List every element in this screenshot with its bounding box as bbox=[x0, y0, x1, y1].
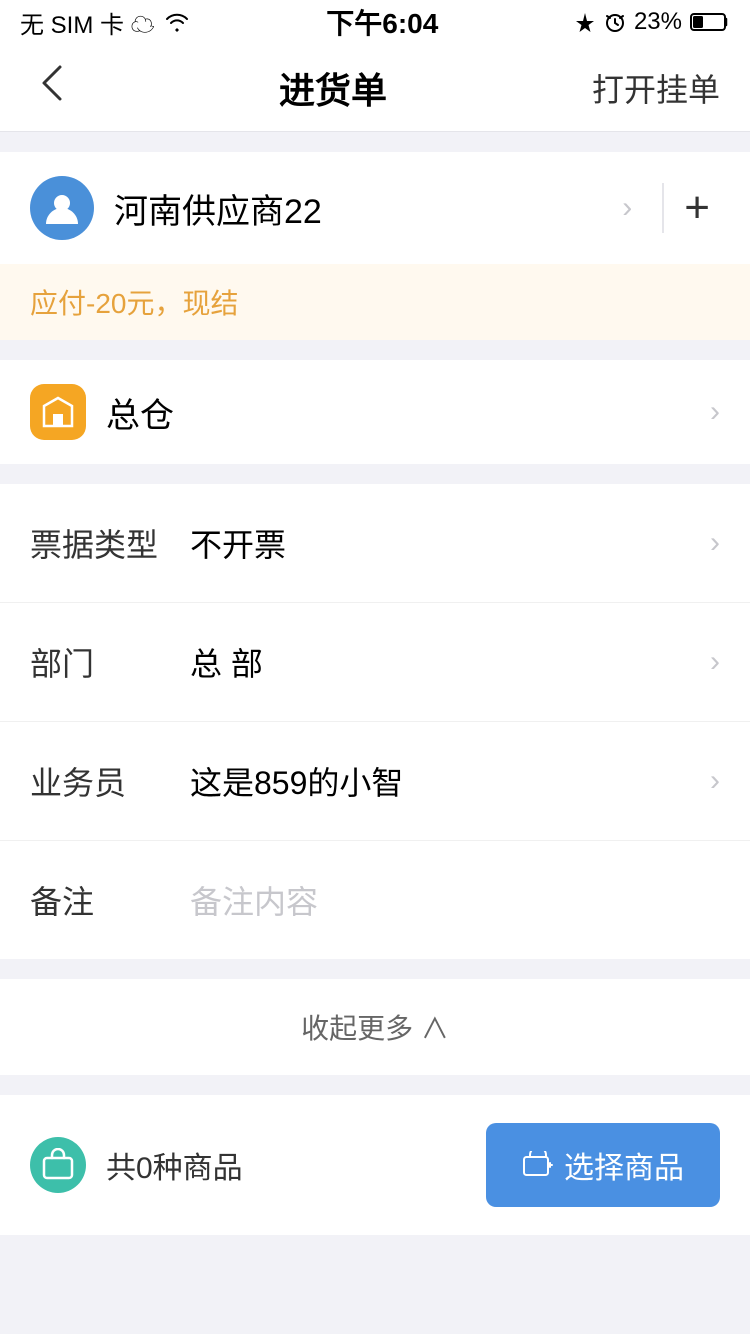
supplier-row[interactable]: 河南供应商22 › + bbox=[0, 152, 750, 264]
remark-input[interactable]: 备注内容 bbox=[190, 877, 720, 923]
invoice-type-chevron-icon: › bbox=[710, 526, 720, 560]
form-section: 票据类型 不开票 › 部门 总 部 › 业务员 这是859的小智 › 备注 备注… bbox=[0, 484, 750, 959]
products-count: 共0种商品 bbox=[106, 1143, 486, 1187]
supplier-divider bbox=[662, 183, 664, 233]
warehouse-icon bbox=[30, 384, 86, 440]
warehouse-name: 总仓 bbox=[106, 388, 710, 437]
add-supplier-button[interactable]: + bbox=[674, 183, 720, 233]
select-product-button[interactable]: 选择商品 bbox=[486, 1123, 720, 1207]
salesperson-row[interactable]: 业务员 这是859的小智 › bbox=[0, 722, 750, 841]
select-product-label: 选择商品 bbox=[564, 1143, 684, 1187]
back-button[interactable] bbox=[30, 53, 74, 123]
open-pending-button[interactable]: 打开挂单 bbox=[592, 65, 720, 111]
department-value: 总 部 bbox=[190, 639, 710, 685]
products-icon bbox=[30, 1137, 86, 1193]
supplier-chevron-icon: › bbox=[622, 191, 632, 225]
invoice-type-label: 票据类型 bbox=[30, 520, 170, 566]
status-left: 无 SIM 卡 ☁ bbox=[20, 5, 191, 40]
supplier-section: 河南供应商22 › + 应付-20元，现结 bbox=[0, 152, 750, 340]
products-section: 共0种商品 选择商品 bbox=[0, 1095, 750, 1235]
status-bar: 无 SIM 卡 ☁ 下午6:04 23% bbox=[0, 0, 750, 44]
status-right: 23% bbox=[574, 8, 730, 36]
notice-banner: 应付-20元，现结 bbox=[0, 264, 750, 340]
page-title: 进货单 bbox=[279, 62, 387, 114]
signal-text: 无 SIM 卡 ☁ bbox=[20, 5, 155, 40]
warehouse-row[interactable]: 总仓 › bbox=[0, 360, 750, 464]
section-gap-1 bbox=[0, 132, 750, 152]
salesperson-value: 这是859的小智 bbox=[190, 758, 710, 804]
supplier-avatar bbox=[30, 176, 94, 240]
department-label: 部门 bbox=[30, 639, 170, 685]
wifi-icon bbox=[163, 12, 191, 32]
salesperson-chevron-icon: › bbox=[710, 764, 720, 798]
warehouse-chevron-icon: › bbox=[710, 395, 720, 429]
remark-label: 备注 bbox=[30, 877, 170, 923]
nav-bar: 进货单 打开挂单 bbox=[0, 44, 750, 132]
battery-icon bbox=[690, 11, 730, 33]
battery-percent: 23% bbox=[634, 8, 682, 36]
status-time: 下午6:04 bbox=[326, 2, 438, 42]
select-product-icon bbox=[522, 1151, 554, 1179]
supplier-name: 河南供应商22 bbox=[114, 184, 622, 233]
invoice-type-row[interactable]: 票据类型 不开票 › bbox=[0, 484, 750, 603]
remark-row[interactable]: 备注 备注内容 bbox=[0, 841, 750, 959]
alarm-icon bbox=[604, 11, 626, 33]
department-row[interactable]: 部门 总 部 › bbox=[0, 603, 750, 722]
collapse-button[interactable]: 收起更多 ∧ bbox=[301, 1007, 449, 1047]
salesperson-label: 业务员 bbox=[30, 758, 170, 804]
warehouse-section: 总仓 › bbox=[0, 360, 750, 464]
department-chevron-icon: › bbox=[710, 645, 720, 679]
collapse-section: 收起更多 ∧ bbox=[0, 979, 750, 1075]
location-icon bbox=[574, 11, 596, 33]
invoice-type-value: 不开票 bbox=[190, 520, 710, 566]
